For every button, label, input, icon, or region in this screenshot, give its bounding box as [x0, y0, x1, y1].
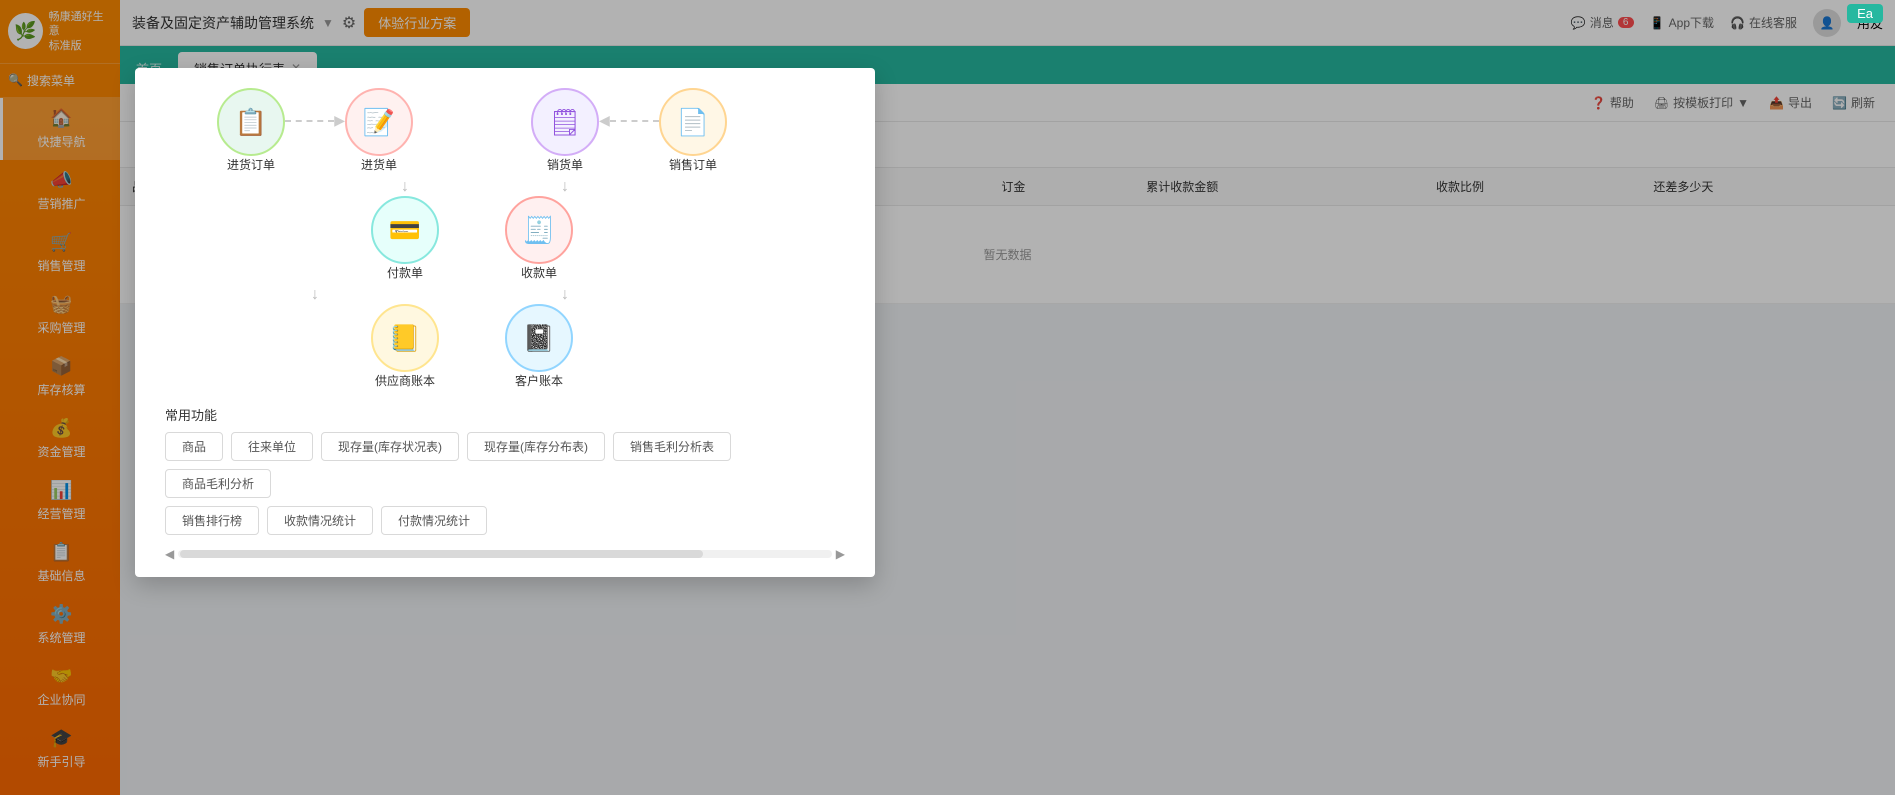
supplier-ledger-label: 供应商账本 [375, 372, 435, 389]
btn-payment-stats[interactable]: 付款情况统计 [381, 506, 487, 535]
flow-popup: 📋 进货订单 ▶ 📝 进货单 ↓ [135, 68, 875, 577]
flow-node-sales: 🗒 销货单 [531, 88, 599, 173]
btn-product[interactable]: 商品 [165, 432, 223, 461]
sales-label: 销货单 [547, 156, 583, 173]
payment-label: 付款单 [387, 264, 423, 281]
common-buttons-row2: 销售排行榜 收款情况统计 付款情况统计 [165, 506, 845, 535]
flow-node-purchase: 📝 进货单 [345, 88, 413, 173]
flow-node-supplier-ledger: 📒 供应商账本 [371, 304, 439, 389]
btn-sales-profit[interactable]: 销售毛利分析表 [613, 432, 731, 461]
receipt-label: 收款单 [521, 264, 557, 281]
btn-stock-status[interactable]: 现存量(库存状况表) [321, 432, 459, 461]
btn-product-profit[interactable]: 商品毛利分析 [165, 469, 271, 498]
flow-node-purchase-order: 📋 进货订单 [217, 88, 285, 173]
supplier-ledger-icon: 📒 [371, 304, 439, 372]
common-buttons: 商品 往来单位 现存量(库存状况表) 现存量(库存分布表) 销售毛利分析表 商品… [165, 432, 845, 498]
flow-node-payment: 💳 付款单 [371, 196, 439, 281]
btn-stock-dist[interactable]: 现存量(库存分布表) [467, 432, 605, 461]
purchase-icon: 📝 [345, 88, 413, 156]
btn-sales-ranking[interactable]: 销售排行榜 [165, 506, 259, 535]
flow-node-customer-ledger: 📓 客户账本 [505, 304, 573, 389]
sales-order-icon2: 📄 [659, 88, 727, 156]
flow-node-sales-order: 📄 销售订单 [659, 88, 727, 173]
btn-receipt-stats[interactable]: 收款情况统计 [267, 506, 373, 535]
payment-icon: 💳 [371, 196, 439, 264]
btn-partner[interactable]: 往来单位 [231, 432, 313, 461]
scroll-right-arrow[interactable]: ▶ [836, 547, 845, 561]
purchase-label: 进货单 [361, 156, 397, 173]
purchase-order-icon: 📋 [217, 88, 285, 156]
customer-ledger-icon: 📓 [505, 304, 573, 372]
scroll-track[interactable] [178, 550, 832, 558]
user-badge-text: Ea [1857, 6, 1873, 21]
scroll-thumb [180, 550, 703, 558]
common-functions: 常用功能 商品 往来单位 现存量(库存状况表) 现存量(库存分布表) 销售毛利分… [165, 405, 845, 535]
sales-order-label: 销售订单 [669, 156, 717, 173]
purchase-order-label: 进货订单 [227, 156, 275, 173]
user-badge: Ea [1847, 4, 1883, 23]
popup-scrollbar: ◀ ▶ [165, 547, 845, 561]
common-title: 常用功能 [165, 405, 845, 424]
customer-ledger-label: 客户账本 [515, 372, 563, 389]
flow-node-receipt: 🧾 收款单 [505, 196, 573, 281]
sales-icon2: 🗒 [531, 88, 599, 156]
scroll-left-arrow[interactable]: ◀ [165, 547, 174, 561]
receipt-icon: 🧾 [505, 196, 573, 264]
